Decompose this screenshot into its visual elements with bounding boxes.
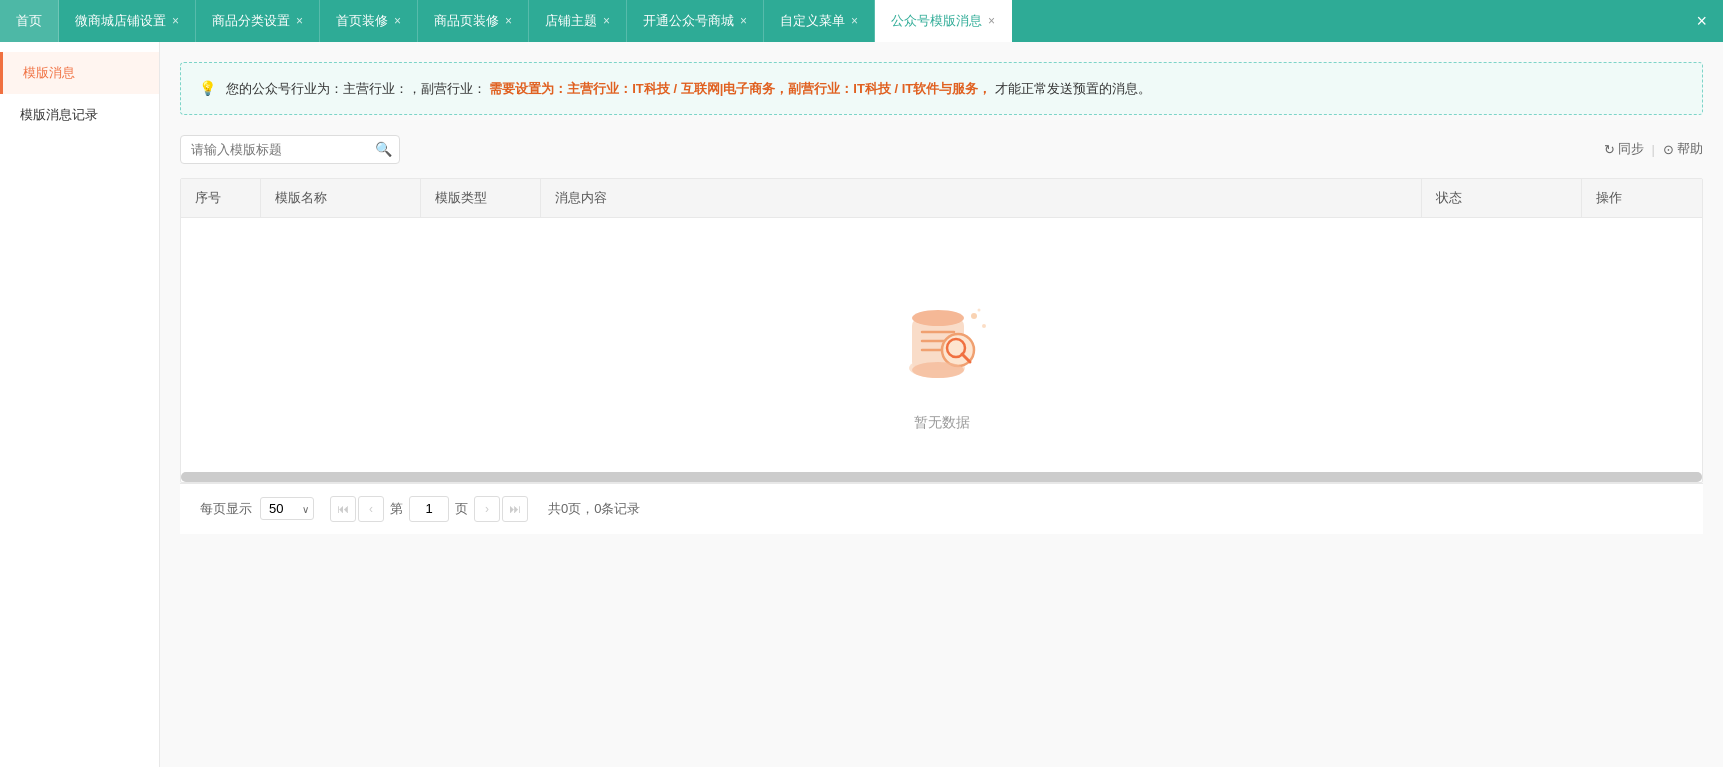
svg-point-9 — [971, 313, 977, 319]
page-nav: ⏮ ‹ 第 页 › ⏭ — [330, 496, 528, 522]
sidebar-item-template-msg-record-label: 模版消息记录 — [20, 107, 98, 122]
svg-point-12 — [912, 362, 964, 378]
tab-category-settings-label: 商品分类设置 — [212, 12, 290, 30]
table-header: 序号 模版名称 模版类型 消息内容 状态 操作 — [181, 179, 1702, 218]
sync-help-area: ↻ 同步 | ⊙ 帮助 — [1604, 140, 1703, 158]
scrollbar-thumb[interactable] — [181, 472, 1702, 482]
tab-bar: 首页 微商城店铺设置 × 商品分类设置 × 首页装修 × 商品页装修 × 店铺主… — [0, 0, 1723, 42]
tab-home-decor-label: 首页装修 — [336, 12, 388, 30]
tab-product-decor[interactable]: 商品页装修 × — [418, 0, 529, 42]
search-icon[interactable]: 🔍 — [375, 141, 392, 157]
tab-store-settings-close[interactable]: × — [172, 14, 179, 28]
help-icon: ⊙ — [1663, 142, 1674, 157]
sidebar-item-template-msg[interactable]: 模版消息 — [0, 52, 159, 94]
sync-icon: ↻ — [1604, 142, 1615, 157]
tab-store-settings[interactable]: 微商城店铺设置 × — [59, 0, 196, 42]
svg-point-11 — [977, 308, 980, 311]
notice-prefix: 您的公众号行业为：主营行业：，副营行业： — [226, 81, 486, 96]
toolbar-divider: | — [1652, 142, 1655, 157]
main-layout: 模版消息 模版消息记录 💡 您的公众号行业为：主营行业：，副营行业： 需要设置为… — [0, 42, 1723, 767]
tab-store-theme-close[interactable]: × — [603, 14, 610, 28]
tab-home-decor[interactable]: 首页装修 × — [320, 0, 418, 42]
horizontal-scrollbar[interactable] — [181, 472, 1702, 482]
tab-open-mall[interactable]: 开通公众号商城 × — [627, 0, 764, 42]
global-close-btn[interactable]: × — [1680, 11, 1723, 32]
total-text: 共0页，0条记录 — [548, 500, 640, 518]
col-type: 模版类型 — [421, 179, 541, 217]
notice-icon: 💡 — [199, 80, 216, 96]
prev-page-btn[interactable]: ‹ — [358, 496, 384, 522]
empty-text: 暂无数据 — [914, 414, 970, 432]
empty-state: 暂无数据 — [181, 218, 1702, 472]
svg-point-10 — [982, 324, 986, 328]
col-status: 状态 — [1422, 179, 1582, 217]
tab-open-mall-close[interactable]: × — [740, 14, 747, 28]
notice-highlight: 需要设置为：主营行业：IT科技 / 互联网|电子商务，副营行业：IT科技 / I… — [489, 81, 991, 96]
page-label-after: 页 — [455, 500, 468, 518]
help-button[interactable]: ⊙ 帮助 — [1663, 140, 1703, 158]
tab-home-label: 首页 — [16, 12, 42, 30]
col-action: 操作 — [1582, 179, 1702, 217]
tab-template-msg-label: 公众号模版消息 — [891, 12, 982, 30]
tab-custom-menu-label: 自定义菜单 — [780, 12, 845, 30]
notice-box: 💡 您的公众号行业为：主营行业：，副营行业： 需要设置为：主营行业：IT科技 /… — [180, 62, 1703, 115]
data-table: 序号 模版名称 模版类型 消息内容 状态 操作 — [180, 178, 1703, 483]
tab-custom-menu-close[interactable]: × — [851, 14, 858, 28]
help-label: 帮助 — [1677, 140, 1703, 158]
tab-category-settings-close[interactable]: × — [296, 14, 303, 28]
notice-suffix: 才能正常发送预置的消息。 — [995, 81, 1151, 96]
first-page-btn[interactable]: ⏮ — [330, 496, 356, 522]
sidebar-item-template-msg-label: 模版消息 — [23, 65, 75, 80]
search-input-wrap: 🔍 — [180, 135, 400, 164]
tab-template-msg-close[interactable]: × — [988, 14, 995, 28]
next-page-btn[interactable]: › — [474, 496, 500, 522]
empty-illustration — [882, 278, 1002, 398]
col-name: 模版名称 — [261, 179, 421, 217]
tab-category-settings[interactable]: 商品分类设置 × — [196, 0, 320, 42]
tab-store-theme[interactable]: 店铺主题 × — [529, 0, 627, 42]
page-input[interactable] — [409, 496, 449, 522]
tab-product-decor-close[interactable]: × — [505, 14, 512, 28]
tab-template-msg[interactable]: 公众号模版消息 × — [875, 0, 1012, 42]
sidebar: 模版消息 模版消息记录 — [0, 42, 160, 767]
page-label-before: 第 — [390, 500, 403, 518]
tab-open-mall-label: 开通公众号商城 — [643, 12, 734, 30]
last-page-btn[interactable]: ⏭ — [502, 496, 528, 522]
page-size-wrap: 50 20 100 — [260, 497, 314, 520]
page-size-select[interactable]: 50 20 100 — [260, 497, 314, 520]
tab-home[interactable]: 首页 — [0, 0, 59, 42]
svg-point-2 — [912, 310, 964, 326]
col-content: 消息内容 — [541, 179, 1422, 217]
tab-custom-menu[interactable]: 自定义菜单 × — [764, 0, 875, 42]
search-bar: 🔍 ↻ 同步 | ⊙ 帮助 — [180, 135, 1703, 164]
sync-button[interactable]: ↻ 同步 — [1604, 140, 1644, 158]
col-index: 序号 — [181, 179, 261, 217]
content-area: 💡 您的公众号行业为：主营行业：，副营行业： 需要设置为：主营行业：IT科技 /… — [160, 42, 1723, 767]
tab-product-decor-label: 商品页装修 — [434, 12, 499, 30]
tab-home-decor-close[interactable]: × — [394, 14, 401, 28]
sidebar-item-template-msg-record[interactable]: 模版消息记录 — [0, 94, 159, 136]
per-page-label: 每页显示 — [200, 500, 252, 518]
tab-store-theme-label: 店铺主题 — [545, 12, 597, 30]
tab-store-settings-label: 微商城店铺设置 — [75, 12, 166, 30]
pagination: 每页显示 50 20 100 ⏮ ‹ 第 页 › ⏭ 共0页，0条记录 — [180, 483, 1703, 534]
search-input[interactable] — [180, 135, 400, 164]
sync-label: 同步 — [1618, 140, 1644, 158]
